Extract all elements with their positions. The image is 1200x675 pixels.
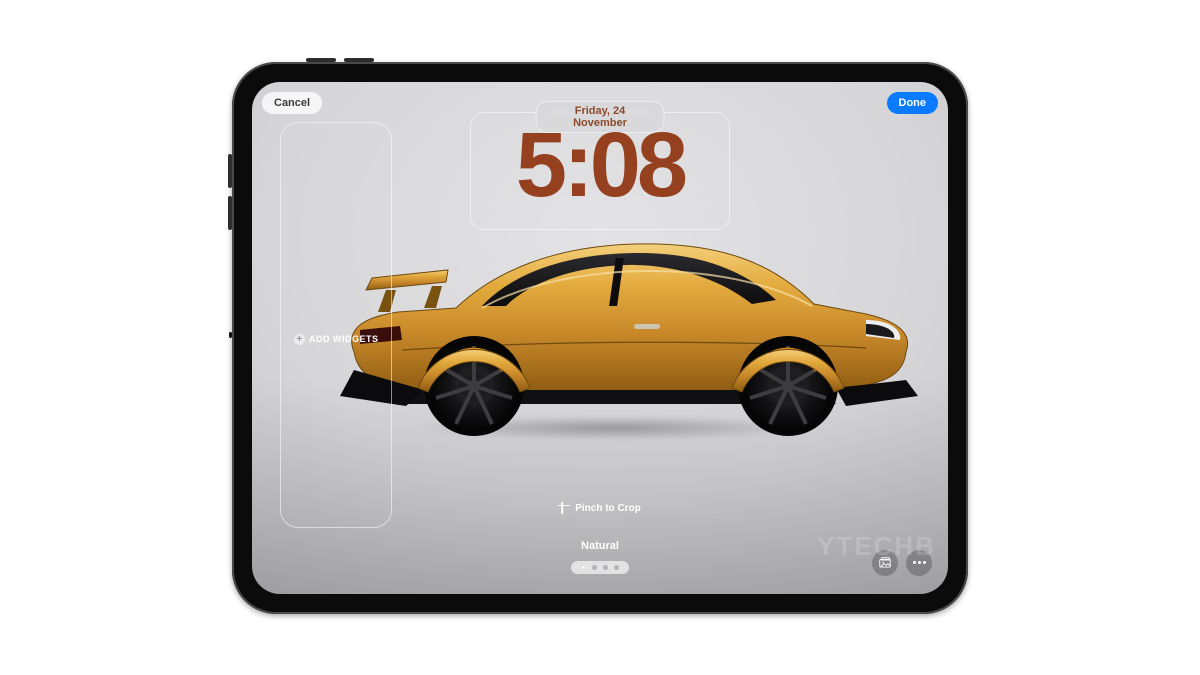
more-button[interactable] [906,550,932,576]
photos-button[interactable] [872,550,898,576]
ipad-device-frame: + ADD WIDGETS Friday, 24 November 5:08 C… [232,62,968,614]
volume-down-button [228,196,232,230]
cancel-label: Cancel [274,97,310,109]
page-dot [581,565,586,570]
add-widgets-button[interactable]: + ADD WIDGETS [294,334,379,345]
crop-icon [559,503,570,514]
wallpaper-car[interactable] [306,200,926,440]
add-widgets-label: ADD WIDGETS [309,334,379,344]
clock-time[interactable]: 5:08 [471,119,729,211]
ellipsis-icon [913,561,926,564]
pinch-to-crop-hint: Pinch to Crop [559,503,641,514]
pinch-label: Pinch to Crop [575,503,641,514]
page-dot [592,565,597,570]
widget-slot-left[interactable] [280,122,392,528]
done-button[interactable]: Done [887,92,939,114]
microphone-hole [229,332,232,338]
plus-circle-icon: + [294,334,305,345]
filter-page-indicator[interactable] [571,561,629,574]
clock-edit-box[interactable]: Friday, 24 November 5:08 [470,112,730,230]
lock-screen-editor: + ADD WIDGETS Friday, 24 November 5:08 C… [252,82,948,594]
volume-up-button [228,154,232,188]
done-label: Done [899,97,927,109]
top-button-2 [344,58,374,62]
page-dot [603,565,608,570]
top-button-1 [306,58,336,62]
cancel-button[interactable]: Cancel [262,92,322,114]
filter-name-label: Natural [581,540,619,552]
page-dot [614,565,619,570]
photos-icon [878,556,892,570]
